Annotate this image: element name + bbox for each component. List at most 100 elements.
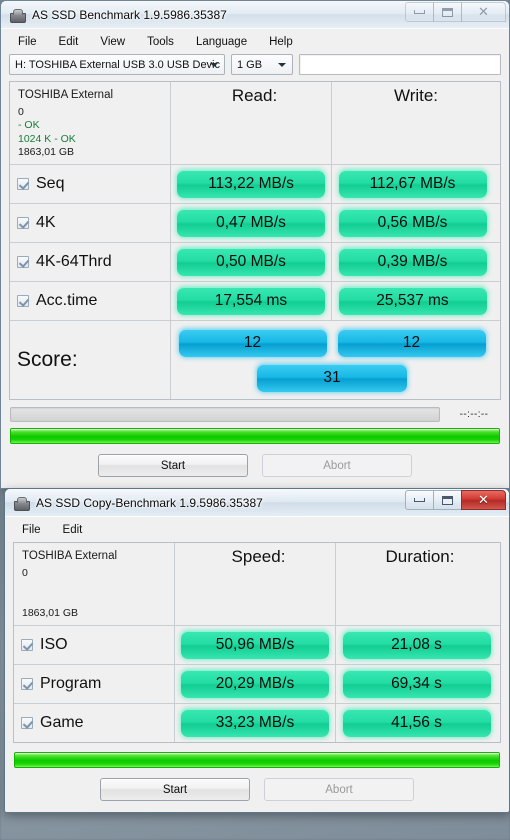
as-ssd-benchmark-window: AS SSD Benchmark 1.9.5986.35387 ✕ File E… xyxy=(0,0,510,489)
speed-header-label: Speed: xyxy=(231,547,286,566)
minimize-button[interactable] xyxy=(405,2,434,22)
checkbox-4k-64thrd[interactable] xyxy=(17,256,29,268)
read-header-label: Read: xyxy=(231,86,278,105)
menu-file[interactable]: File xyxy=(11,522,52,538)
close-icon: ✕ xyxy=(478,4,489,20)
menubar: File Edit xyxy=(5,517,509,542)
overall-progress-bar xyxy=(10,428,500,444)
result-value: 0,39 MB/s xyxy=(338,248,487,276)
row-iso-duration-cell: 21,08 s xyxy=(336,626,497,664)
row-label: Seq xyxy=(36,175,65,192)
row-game-label-cell[interactable]: Game xyxy=(14,704,175,742)
row-4k64thrd-label-cell[interactable]: 4K-64Thrd xyxy=(10,243,171,281)
checkbox-program[interactable] xyxy=(21,678,33,690)
menubar: File Edit View Tools Language Help xyxy=(1,29,509,54)
result-value: 20,29 MB/s xyxy=(181,670,329,698)
copy-results-grid: TOSHIBA External 0 1863,01 GB Speed: Dur… xyxy=(13,542,501,743)
row-iso-label-cell[interactable]: ISO xyxy=(14,626,175,664)
row-label: Program xyxy=(40,675,102,692)
table-row: 4K-64Thrd 0,50 MB/s 0,39 MB/s xyxy=(10,243,500,282)
chevron-down-icon xyxy=(278,62,286,67)
window-title: AS SSD Benchmark 1.9.5986.35387 xyxy=(32,7,227,22)
menu-language[interactable]: Language xyxy=(185,34,258,50)
row-seq-read-cell: 113,22 MB/s xyxy=(171,165,332,203)
as-ssd-copy-benchmark-window: AS SSD Copy-Benchmark 1.9.5986.35387 ✕ F… xyxy=(4,488,510,813)
drive-mode-status: - OK xyxy=(18,119,40,131)
row-acctime-write-cell: 25,537 ms xyxy=(332,282,493,320)
score-values-cell: 12 12 31 xyxy=(171,321,493,399)
screen: AS SSD Benchmark 1.9.5986.35387 ✕ File E… xyxy=(0,0,510,840)
checkbox-game[interactable] xyxy=(21,717,33,729)
size-select-value: 1 GB xyxy=(237,58,263,71)
menu-tools[interactable]: Tools xyxy=(136,34,185,50)
row-label: Acc.time xyxy=(36,292,98,309)
menu-edit[interactable]: Edit xyxy=(48,34,90,50)
window-title: AS SSD Copy-Benchmark 1.9.5986.35387 xyxy=(36,495,263,510)
minimize-icon xyxy=(414,498,425,502)
drive-firmware: 0 xyxy=(22,566,28,579)
titlebar[interactable]: AS SSD Copy-Benchmark 1.9.5986.35387 ✕ xyxy=(5,489,509,517)
row-4k-read-cell: 0,47 MB/s xyxy=(171,204,332,242)
checkbox-seq[interactable] xyxy=(17,178,29,190)
score-row: Score: 12 12 31 xyxy=(10,321,500,399)
minimize-button[interactable] xyxy=(405,490,434,510)
score-label: Score: xyxy=(17,348,78,371)
table-row: Program 20,29 MB/s 69,34 s xyxy=(14,665,500,704)
result-value: 0,47 MB/s xyxy=(177,209,325,237)
maximize-button[interactable] xyxy=(433,490,462,510)
maximize-button[interactable] xyxy=(433,2,462,22)
start-button[interactable]: Start xyxy=(100,778,250,801)
table-row: ISO 50,96 MB/s 21,08 s xyxy=(14,626,500,665)
result-value: 21,08 s xyxy=(342,631,491,659)
drive-info-panel: TOSHIBA External 0 - OK 1024 K - OK 1863… xyxy=(10,82,171,164)
row-seq-label-cell[interactable]: Seq xyxy=(10,165,171,203)
window-frame: AS SSD Benchmark 1.9.5986.35387 ✕ File E… xyxy=(0,0,510,489)
score-write-value: 12 xyxy=(337,329,486,357)
menu-view[interactable]: View xyxy=(89,34,136,50)
table-row: Game 33,23 MB/s 41,56 s xyxy=(14,704,500,742)
checkbox-4k[interactable] xyxy=(17,217,29,229)
hdd-icon xyxy=(13,495,30,511)
titlebar[interactable]: AS SSD Benchmark 1.9.5986.35387 ✕ xyxy=(1,1,509,29)
checkbox-acc-time[interactable] xyxy=(17,295,29,307)
menu-file[interactable]: File xyxy=(7,34,48,50)
close-button[interactable]: ✕ xyxy=(461,2,506,22)
menu-edit[interactable]: Edit xyxy=(52,522,94,538)
score-label-cell: Score: xyxy=(10,321,171,399)
row-acctime-label-cell[interactable]: Acc.time xyxy=(10,282,171,320)
window-body: File Edit View Tools Language Help H: TO… xyxy=(1,29,509,488)
size-select[interactable]: 1 GB xyxy=(231,54,293,75)
drive-name: TOSHIBA External xyxy=(22,550,118,562)
result-value: 17,554 ms xyxy=(177,287,325,315)
status-field[interactable] xyxy=(299,54,501,75)
chevron-down-icon xyxy=(210,62,218,67)
write-column-header: Write: xyxy=(332,82,493,164)
minimize-icon xyxy=(414,10,425,14)
task-progress-bar xyxy=(10,407,440,422)
start-button[interactable]: Start xyxy=(98,454,248,477)
write-header-label: Write: xyxy=(393,86,439,105)
duration-column-header: Duration: xyxy=(336,543,497,625)
close-button[interactable]: ✕ xyxy=(461,490,506,510)
menu-help[interactable]: Help xyxy=(258,34,304,50)
row-label: ISO xyxy=(40,636,68,653)
table-row: 4K 0,47 MB/s 0,56 MB/s xyxy=(10,204,500,243)
row-program-duration-cell: 69,34 s xyxy=(336,665,497,703)
duration-header-label: Duration: xyxy=(385,547,455,566)
grid-header-row: TOSHIBA External 0 - OK 1024 K - OK 1863… xyxy=(10,82,500,165)
result-value: 0,50 MB/s xyxy=(177,248,325,276)
drive-select[interactable]: H: TOSHIBA External USB 3.0 USB Devic xyxy=(9,54,225,75)
score-total-value: 31 xyxy=(257,364,407,392)
checkbox-iso[interactable] xyxy=(21,639,33,651)
result-value: 50,96 MB/s xyxy=(181,631,329,659)
button-row: Start Abort xyxy=(1,444,509,488)
toolbar: H: TOSHIBA External USB 3.0 USB Devic 1 … xyxy=(1,54,509,81)
close-icon: ✕ xyxy=(478,492,489,508)
row-4k-write-cell: 0,56 MB/s xyxy=(332,204,493,242)
drive-capacity: 1863,01 GB xyxy=(18,146,75,158)
row-program-label-cell[interactable]: Program xyxy=(14,665,175,703)
row-4k-label-cell[interactable]: 4K xyxy=(10,204,171,242)
drive-firmware: 0 xyxy=(18,105,24,118)
row-iso-speed-cell: 50,96 MB/s xyxy=(175,626,336,664)
row-4k64thrd-write-cell: 0,39 MB/s xyxy=(332,243,493,281)
